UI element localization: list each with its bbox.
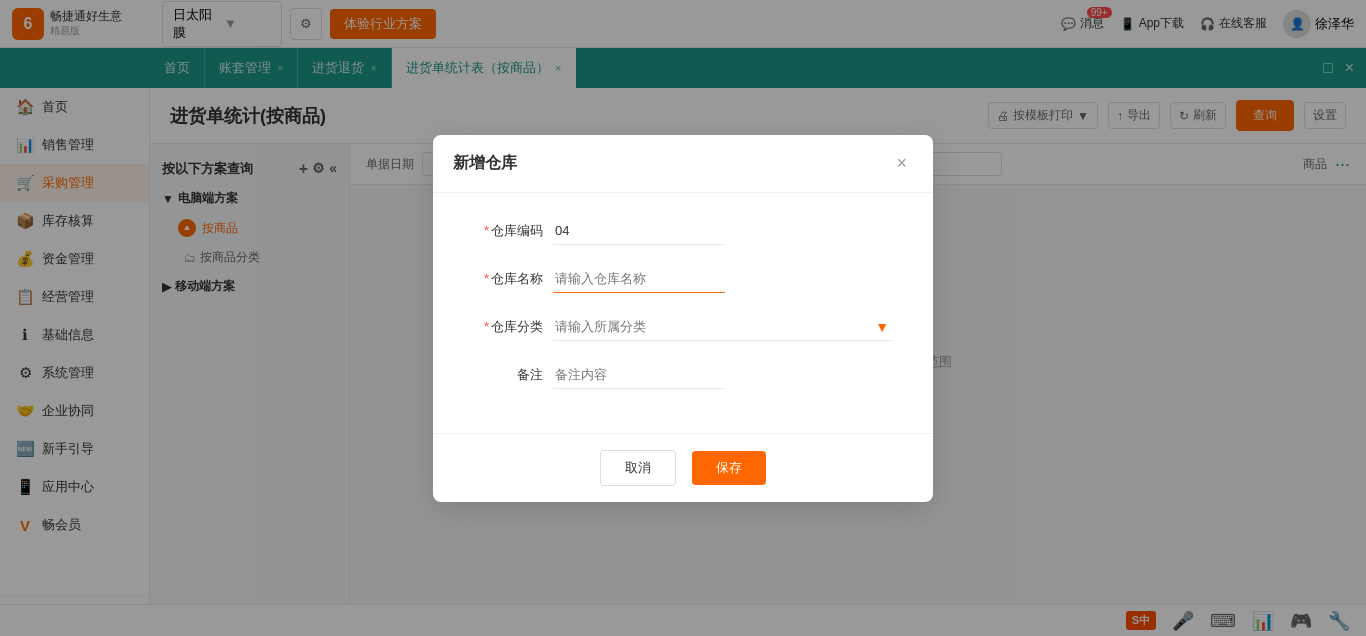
modal-overlay: 新增仓库 × *仓库编码 *仓库名称 (0, 0, 1366, 636)
remark-row: 备注 (473, 361, 893, 389)
category-dropdown-icon: ▼ (875, 319, 889, 335)
warehouse-code-input[interactable] (553, 217, 725, 245)
new-warehouse-modal: 新增仓库 × *仓库编码 *仓库名称 (433, 135, 933, 502)
warehouse-name-input[interactable] (553, 265, 725, 293)
warehouse-category-row: *仓库分类 ▼ (473, 313, 893, 341)
warehouse-category-label: *仓库分类 (473, 318, 553, 336)
warehouse-name-row: *仓库名称 (473, 265, 893, 293)
cancel-button[interactable]: 取消 (600, 450, 676, 486)
modal-title: 新增仓库 (453, 153, 517, 174)
warehouse-name-label: *仓库名称 (473, 270, 553, 288)
warehouse-code-label: *仓库编码 (473, 222, 553, 240)
remark-label: 备注 (473, 366, 553, 384)
remark-input[interactable] (553, 361, 725, 389)
warehouse-code-row: *仓库编码 (473, 217, 893, 245)
save-button[interactable]: 保存 (692, 451, 766, 485)
modal-close-button[interactable]: × (890, 151, 913, 176)
modal-footer: 取消 保存 (433, 433, 933, 502)
modal-header: 新增仓库 × (433, 135, 933, 193)
warehouse-category-input[interactable] (553, 313, 893, 341)
modal-body: *仓库编码 *仓库名称 *仓库分类 (433, 193, 933, 433)
